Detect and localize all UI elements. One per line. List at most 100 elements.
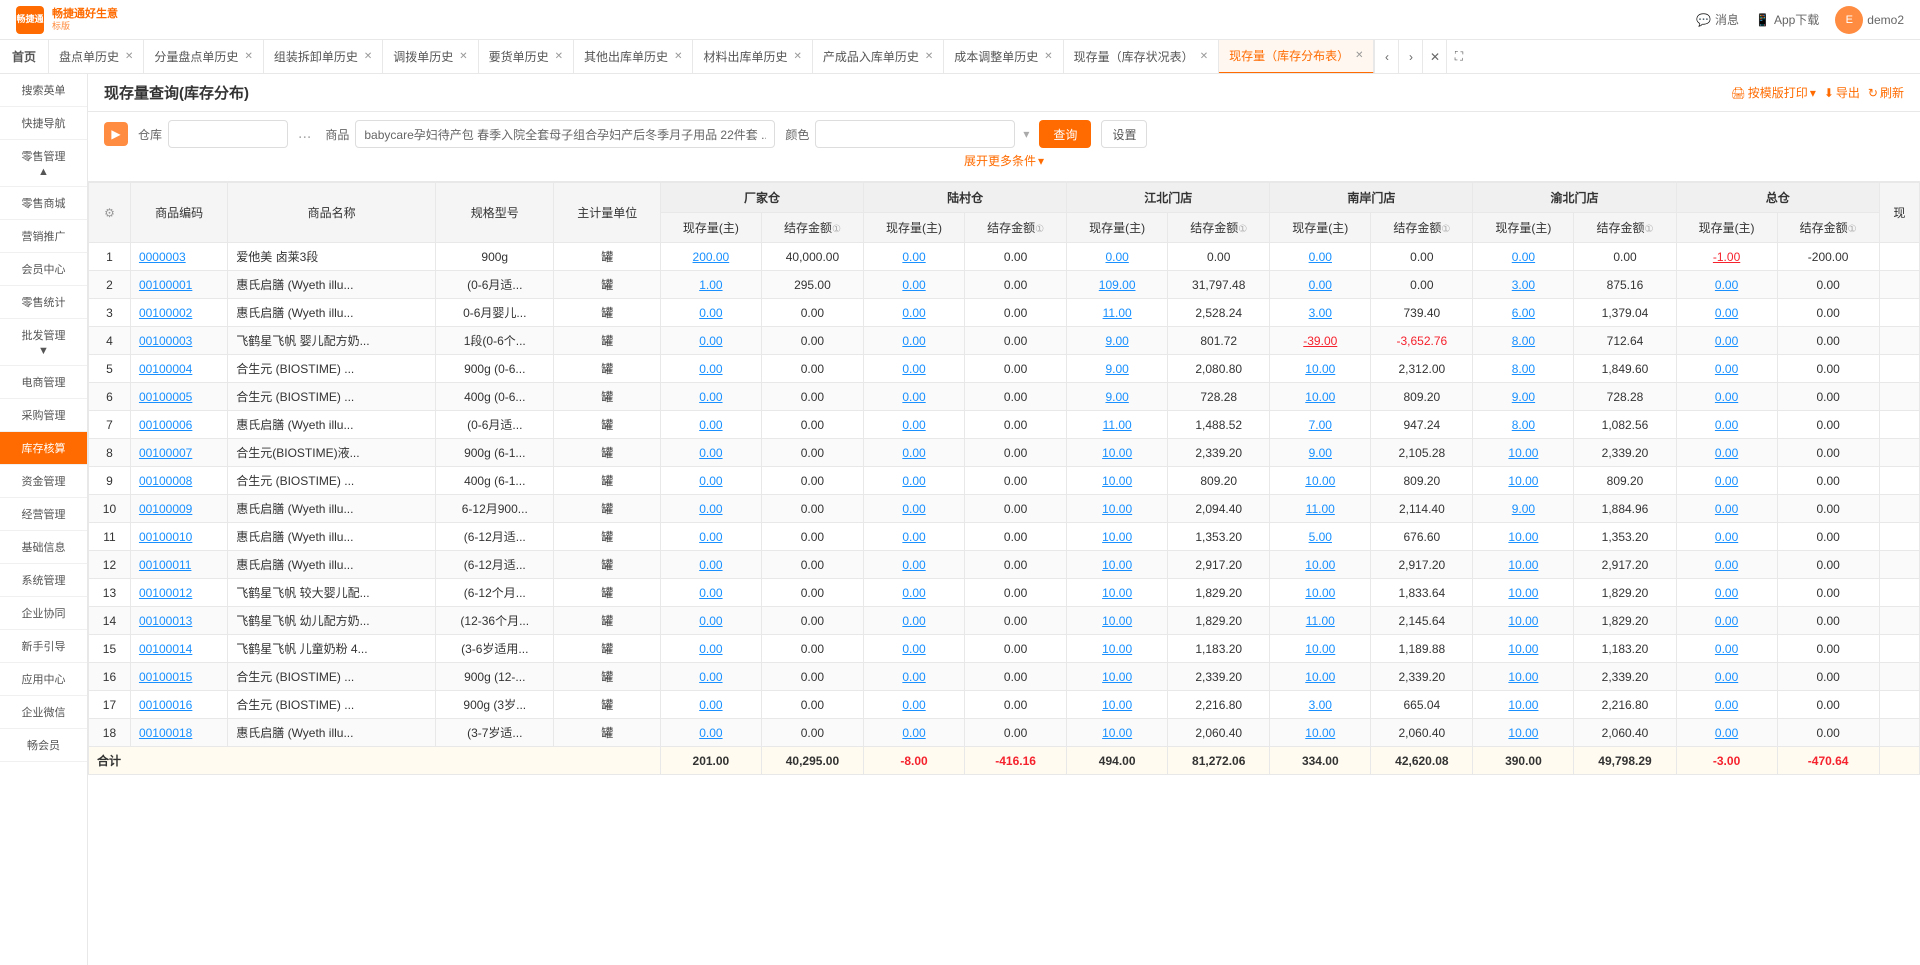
cell-g5a: 1,082.56 bbox=[1574, 411, 1676, 439]
sidebar-item-wechat[interactable]: 企业微信 bbox=[0, 696, 87, 729]
close-icon[interactable]: ✕ bbox=[244, 51, 252, 62]
close-icon[interactable]: ✕ bbox=[1044, 51, 1052, 62]
tab-maximize-btn[interactable]: ⛶ bbox=[1446, 40, 1470, 74]
product-input[interactable] bbox=[355, 120, 775, 148]
cell-g4a: 676.60 bbox=[1371, 523, 1473, 551]
cell-g2q: 0.00 bbox=[864, 355, 965, 383]
expand-more-btn[interactable]: 展开更多条件 ▾ bbox=[964, 152, 1044, 169]
cell-g3q: 10.00 bbox=[1067, 607, 1168, 635]
sidebar-item-retail-mgmt[interactable]: 零售管理 ▲ bbox=[0, 140, 87, 187]
sidebar-item-sys[interactable]: 系统管理 bbox=[0, 564, 87, 597]
export-btn[interactable]: ⬇ 导出 bbox=[1824, 84, 1860, 101]
warehouse-input[interactable] bbox=[168, 120, 288, 148]
cell-current bbox=[1879, 439, 1919, 467]
page-title: 现存量查询(库存分布) bbox=[104, 82, 249, 103]
cell-g3q: 10.00 bbox=[1067, 467, 1168, 495]
tab-t9[interactable]: 成本调整单历史 ✕ bbox=[944, 40, 1063, 74]
chevron-up-icon: ▲ bbox=[38, 166, 49, 178]
tab-t6[interactable]: 其他出库单历史 ✕ bbox=[574, 40, 693, 74]
total-label: 合计 bbox=[89, 747, 661, 775]
tab-t10[interactable]: 现存量（库存状况表）✕ bbox=[1064, 40, 1219, 74]
filter-collapse-btn[interactable]: ▶ bbox=[104, 122, 128, 146]
tab-t2[interactable]: 分量盘点单历史 ✕ bbox=[144, 40, 263, 74]
sidebar-nav[interactable]: 快捷导航 bbox=[0, 107, 87, 140]
cell-current bbox=[1879, 523, 1919, 551]
close-icon[interactable]: ✕ bbox=[793, 51, 801, 62]
sidebar-item-wholesale[interactable]: 批发管理 ▼ bbox=[0, 319, 87, 366]
cell-g1a: 0.00 bbox=[761, 523, 863, 551]
cell-spec: 1段(0-6个... bbox=[436, 327, 554, 355]
cell-code: 00100004 bbox=[130, 355, 227, 383]
cell-g1q: 0.00 bbox=[660, 579, 761, 607]
sidebar-item-member2[interactable]: 畅会员 bbox=[0, 729, 87, 762]
cell-current bbox=[1879, 607, 1919, 635]
refresh-icon: ↻ bbox=[1868, 86, 1878, 100]
sidebar-item-basic[interactable]: 基础信息 bbox=[0, 531, 87, 564]
th-jb-amt: 结存金额① bbox=[1168, 213, 1270, 243]
cell-unit: 罐 bbox=[554, 299, 660, 327]
cell-g3a: 2,339.20 bbox=[1168, 439, 1270, 467]
settings-button[interactable]: 设置 bbox=[1101, 120, 1147, 148]
tab-next-btn[interactable]: › bbox=[1398, 40, 1422, 74]
close-icon[interactable]: ✕ bbox=[555, 51, 563, 62]
sidebar-item-corp[interactable]: 企业协同 bbox=[0, 597, 87, 630]
sidebar-item-finance[interactable]: 资金管理 bbox=[0, 465, 87, 498]
sidebar-search[interactable]: 搜索英单 bbox=[0, 74, 87, 107]
close-icon[interactable]: ✕ bbox=[1355, 50, 1363, 61]
tab-close-all-btn[interactable]: ✕ bbox=[1422, 40, 1446, 74]
user-area[interactable]: E demo2 bbox=[1835, 6, 1904, 34]
tab-t1[interactable]: 盘点单历史 ✕ bbox=[49, 40, 144, 74]
cell-g2q: 0.00 bbox=[864, 719, 965, 747]
cell-g2a: 0.00 bbox=[964, 579, 1066, 607]
close-icon[interactable]: ✕ bbox=[674, 51, 682, 62]
cell-g5a: 2,216.80 bbox=[1574, 691, 1676, 719]
sidebar-item-apps[interactable]: 应用中心 bbox=[0, 663, 87, 696]
th-l-amt: 结存金额① bbox=[964, 213, 1066, 243]
cell-seq: 17 bbox=[89, 691, 131, 719]
app-download-btn[interactable]: 📱 App下载 bbox=[1755, 11, 1819, 28]
tab-t3[interactable]: 组装拆卸单历史 ✕ bbox=[264, 40, 383, 74]
query-button[interactable]: 查询 bbox=[1039, 120, 1091, 148]
cell-name: 惠氏启膳 (Wyeth illu... bbox=[228, 495, 436, 523]
cell-code: 00100002 bbox=[130, 299, 227, 327]
cell-g2a: 0.00 bbox=[964, 327, 1066, 355]
cell-g3q: 0.00 bbox=[1067, 243, 1168, 271]
th-group-nanan: 南岸门店 bbox=[1270, 183, 1473, 213]
refresh-btn[interactable]: ↻ 刷新 bbox=[1868, 84, 1904, 101]
close-icon[interactable]: ✕ bbox=[125, 51, 133, 62]
print-btn[interactable]: 🖨 按模版打印 ▾ bbox=[1731, 84, 1816, 101]
sidebar-item-purchase[interactable]: 采购管理 bbox=[0, 399, 87, 432]
close-icon[interactable]: ✕ bbox=[364, 51, 372, 62]
sidebar-item-marketing[interactable]: 营销推广 bbox=[0, 220, 87, 253]
cell-g4q: 11.00 bbox=[1270, 495, 1371, 523]
tab-t4[interactable]: 调拨单历史 ✕ bbox=[383, 40, 478, 74]
th-settings[interactable]: ⚙ bbox=[89, 183, 131, 243]
cell-g1a: 0.00 bbox=[761, 635, 863, 663]
cell-g1a: 0.00 bbox=[761, 607, 863, 635]
close-icon[interactable]: ✕ bbox=[459, 51, 467, 62]
tab-t5[interactable]: 要货单历史 ✕ bbox=[479, 40, 574, 74]
th-name: 商品名称 bbox=[228, 183, 436, 243]
sidebar-item-guide[interactable]: 新手引导 bbox=[0, 630, 87, 663]
sidebar-item-retail-stat[interactable]: 零售统计 bbox=[0, 286, 87, 319]
sidebar-item-stock[interactable]: 库存核算 bbox=[0, 432, 87, 465]
tab-home[interactable]: 首页 bbox=[0, 40, 49, 74]
cell-g5q: 0.00 bbox=[1473, 243, 1574, 271]
th-group-jiangbei: 江北门店 bbox=[1067, 183, 1270, 213]
sidebar-item-ecom[interactable]: 电商管理 bbox=[0, 366, 87, 399]
warehouse-dots-btn[interactable]: ... bbox=[294, 125, 315, 143]
tab-t8[interactable]: 产成品入库单历史 ✕ bbox=[813, 40, 944, 74]
cell-g3q: 10.00 bbox=[1067, 551, 1168, 579]
close-icon[interactable]: ✕ bbox=[1200, 51, 1208, 62]
color-input[interactable] bbox=[815, 120, 1015, 148]
sidebar-item-member[interactable]: 会员中心 bbox=[0, 253, 87, 286]
message-btn[interactable]: 💬 消息 bbox=[1696, 11, 1739, 28]
logo-version: 标版 bbox=[52, 21, 118, 32]
close-icon[interactable]: ✕ bbox=[925, 51, 933, 62]
sidebar-item-retail-shop[interactable]: 零售商城 bbox=[0, 187, 87, 220]
tab-t7[interactable]: 材料出库单历史 ✕ bbox=[693, 40, 812, 74]
tab-prev-btn[interactable]: ‹ bbox=[1374, 40, 1398, 74]
cell-g2a: 0.00 bbox=[964, 383, 1066, 411]
tab-t11[interactable]: 现存量（库存分布表）✕ bbox=[1219, 40, 1374, 74]
sidebar-item-biz-mgmt[interactable]: 经营管理 bbox=[0, 498, 87, 531]
